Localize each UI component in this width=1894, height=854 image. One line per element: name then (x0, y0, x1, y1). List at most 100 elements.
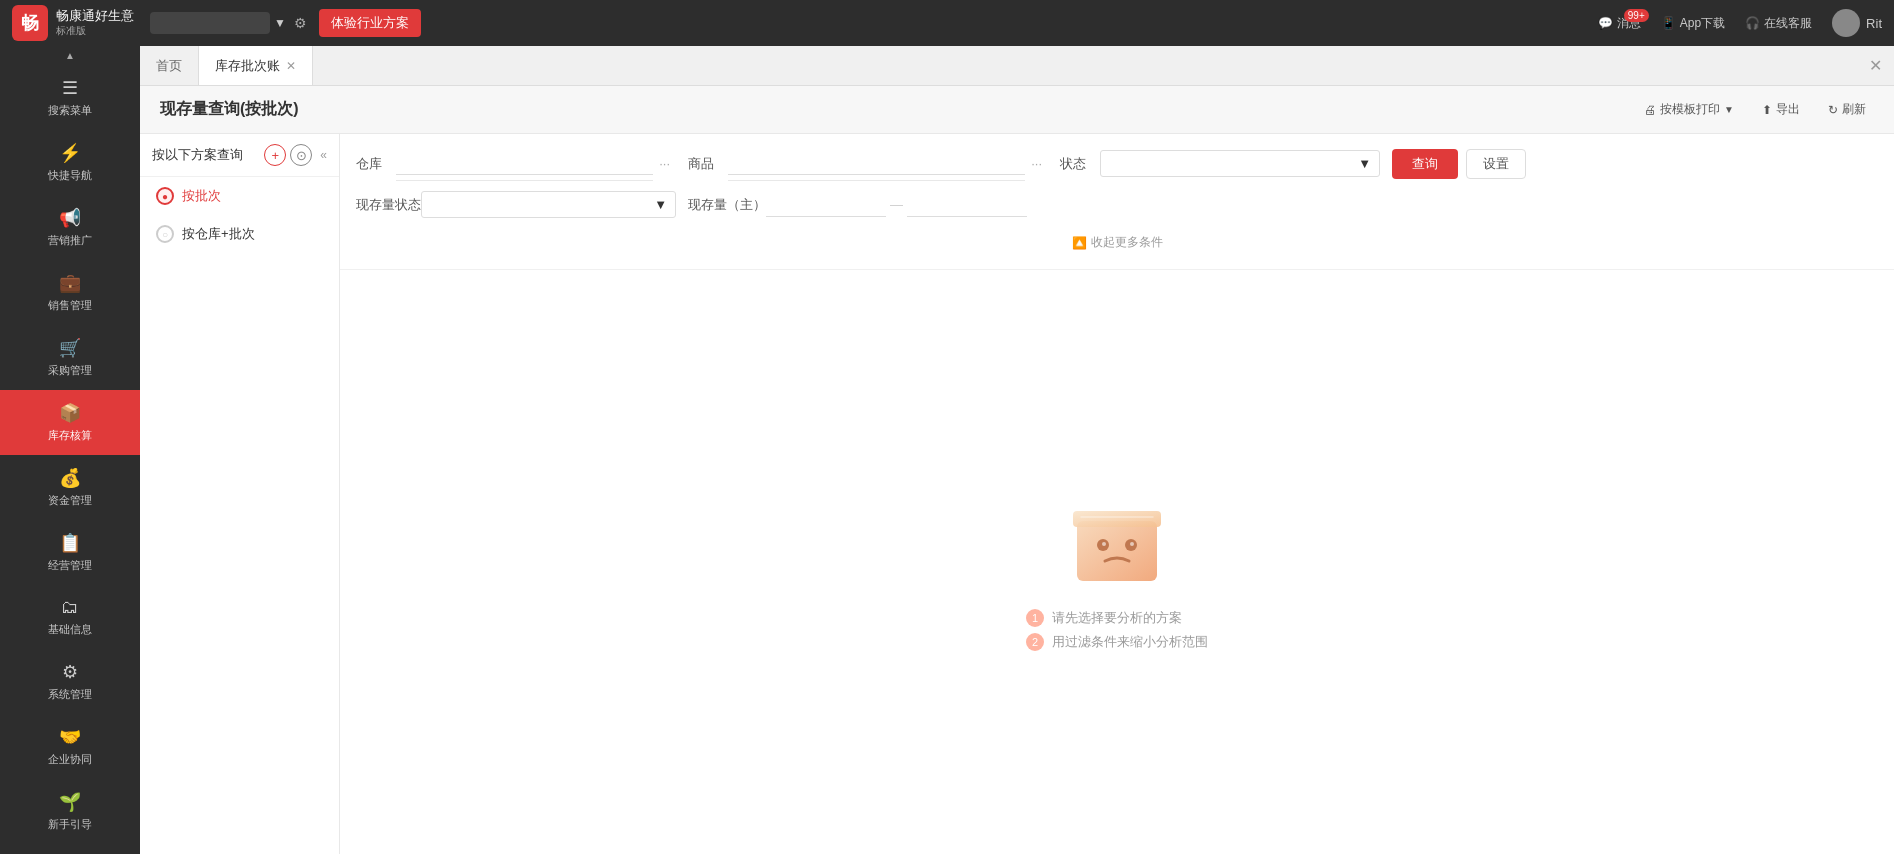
box-icon: 📦 (59, 402, 81, 424)
sidebar-label-purchase: 采购管理 (48, 363, 92, 378)
status-filter-group: 状态 ▼ (1060, 150, 1380, 177)
page-body: 按以下方案查询 + ⊙ « ● 按批次 ○ 按仓库+批次 (140, 134, 1894, 854)
sidebar-label-marketing: 营销推广 (48, 233, 92, 248)
printer-icon: 🖨 (1644, 103, 1656, 117)
messages-button[interactable]: 💬 消息 99+ (1598, 15, 1641, 32)
product-label: 商品 (688, 155, 728, 173)
sidebar-scroll-up[interactable]: ▲ (0, 46, 140, 65)
tab-close-button[interactable]: ✕ (286, 60, 296, 72)
sidebar-label-search: 搜索菜单 (48, 103, 92, 118)
scheme-by-warehouse-batch-item[interactable]: ○ 按仓库+批次 (140, 215, 339, 253)
app-download-button[interactable]: 📱 App下载 (1661, 15, 1725, 32)
sidebar-item-quicknav[interactable]: ⚡ 快捷导航 (0, 130, 140, 195)
refresh-label: 刷新 (1842, 101, 1866, 118)
user-menu[interactable]: Rit (1832, 9, 1882, 37)
hint-num-1: 1 (1026, 609, 1044, 627)
briefcase-icon: 💼 (59, 272, 81, 294)
topbar-gear-icon[interactable]: ⚙ (294, 15, 307, 31)
handshake-icon: 🤝 (59, 726, 81, 748)
settings-button[interactable]: 设置 (1466, 149, 1526, 179)
inventory-qty-max-input[interactable] (907, 193, 1027, 217)
app-download-icon: 📱 (1661, 16, 1676, 30)
refresh-button[interactable]: ↻ 刷新 (1820, 97, 1874, 122)
sidebar-item-search[interactable]: ☰ 搜索菜单 (0, 65, 140, 130)
warehouse-more-button[interactable]: ··· (653, 152, 676, 175)
topbar: 畅 畅康通好生意 标准版 ▼ ⚙ 体验行业方案 💬 消息 99+ 📱 App下载… (0, 0, 1894, 46)
cart-icon: 🛒 (59, 337, 81, 359)
folder-icon: 🗂 (61, 597, 79, 618)
sidebar-item-finance[interactable]: 💰 资金管理 (0, 455, 140, 520)
scheme-by-batch-item[interactable]: ● 按批次 (140, 177, 339, 215)
inventory-qty-group: 现存量（主） — (688, 193, 1048, 217)
filter-row-2: 现存量状态 ▼ 现存量（主） — (356, 191, 1878, 218)
brand-name: 畅康通好生意 (56, 8, 134, 24)
topbar-search-area: ▼ ⚙ (150, 12, 307, 34)
product-filter-group: 商品 ··· (688, 146, 1048, 181)
scheme-settings-button[interactable]: ⊙ (290, 144, 312, 166)
sidebar: ▲ ☰ 搜索菜单 ⚡ 快捷导航 📢 营销推广 💼 销售管理 🛒 采购管理 📦 库… (0, 46, 140, 854)
app-brand: 畅康通好生意 标准版 (56, 8, 134, 38)
empty-state-illustration (1057, 473, 1177, 593)
status-dropdown[interactable]: ▼ (1100, 150, 1380, 177)
sidebar-label-basic: 基础信息 (48, 622, 92, 637)
user-name: Rit (1866, 16, 1882, 31)
product-more-button[interactable]: ··· (1025, 152, 1048, 175)
headset-icon: 🎧 (1745, 16, 1760, 30)
app-download-label: App下载 (1680, 15, 1725, 32)
hint-num-2: 2 (1026, 633, 1044, 651)
refresh-icon: ↻ (1828, 103, 1838, 117)
inventory-qty-separator: — (886, 197, 907, 212)
page-header: 现存量查询(按批次) 🖨 按模板打印 ▼ ⬆ 导出 ↻ 刷新 (140, 86, 1894, 134)
warehouse-label: 仓库 (356, 155, 396, 173)
sidebar-item-appstore[interactable]: 📱 应用中心 (0, 844, 140, 854)
empty-hint: 1 请先选择要分析的方案 2 用过滤条件来缩小分析范围 (1026, 609, 1208, 651)
online-service-button[interactable]: 🎧 在线客服 (1745, 15, 1812, 32)
product-input[interactable] (728, 151, 1025, 175)
print-template-label: 按模板打印 (1660, 101, 1720, 118)
sidebar-item-inventory[interactable]: 📦 库存核算 (0, 390, 140, 455)
export-icon: ⬆ (1762, 103, 1772, 117)
warehouse-input[interactable] (396, 151, 653, 175)
app-logo: 畅 (12, 5, 48, 41)
messages-badge: 99+ (1624, 9, 1649, 22)
inventory-status-dropdown-icon: ▼ (654, 197, 667, 212)
scheme-by-warehouse-batch-label: 按仓库+批次 (182, 225, 255, 243)
sidebar-label-inventory: 库存核算 (48, 428, 92, 443)
money-icon: 💰 (59, 467, 81, 489)
sidebar-label-finance: 资金管理 (48, 493, 92, 508)
inventory-status-group: 现存量状态 ▼ (356, 191, 676, 218)
collapse-filter-button[interactable]: 🔼 收起更多条件 (356, 228, 1878, 257)
inventory-qty-min-input[interactable] (766, 193, 886, 217)
topbar-search-input[interactable] (150, 12, 270, 34)
sidebar-item-purchase[interactable]: 🛒 采购管理 (0, 325, 140, 390)
topbar-dropdown-button[interactable]: ▼ (274, 16, 286, 30)
svg-point-5 (1130, 542, 1134, 546)
sidebar-item-enterprise[interactable]: 🤝 企业协同 (0, 714, 140, 779)
sidebar-item-system[interactable]: ⚙ 系统管理 (0, 649, 140, 714)
message-icon: 💬 (1598, 16, 1613, 30)
tab-home[interactable]: 首页 (140, 46, 199, 85)
page-title: 现存量查询(按批次) (160, 99, 299, 120)
sidebar-item-operation[interactable]: 📋 经营管理 (0, 520, 140, 585)
experience-industry-button[interactable]: 体验行业方案 (319, 9, 421, 37)
query-button[interactable]: 查询 (1392, 149, 1458, 179)
empty-hint-1: 1 请先选择要分析的方案 (1026, 609, 1208, 627)
product-input-container (728, 146, 1025, 181)
add-scheme-button[interactable]: + (264, 144, 286, 166)
sidebar-item-basic[interactable]: 🗂 基础信息 (0, 585, 140, 649)
inventory-status-dropdown[interactable]: ▼ (421, 191, 676, 218)
export-button[interactable]: ⬆ 导出 (1754, 97, 1808, 122)
sidebar-item-marketing[interactable]: 📢 营销推广 (0, 195, 140, 260)
empty-state-visual (1057, 473, 1177, 593)
filter-row-1: 仓库 ··· 商品 ··· (356, 146, 1878, 181)
content-area: 首页 库存批次账 ✕ ✕ 现存量查询(按批次) 🖨 按模板打印 ▼ ⬆ 导出 (140, 46, 1894, 854)
print-template-button[interactable]: 🖨 按模板打印 ▼ (1636, 97, 1742, 122)
tab-close-right-button[interactable]: ✕ (1857, 56, 1894, 75)
left-panel-header: 按以下方案查询 + ⊙ « (140, 134, 339, 177)
svg-rect-1 (1073, 511, 1161, 527)
collapse-panel-button[interactable]: « (320, 148, 327, 162)
sidebar-item-sales[interactable]: 💼 销售管理 (0, 260, 140, 325)
sidebar-item-guide[interactable]: 🌱 新手引导 (0, 779, 140, 844)
scheme-by-warehouse-batch-icon: ○ (156, 225, 174, 243)
tab-inventory-batch[interactable]: 库存批次账 ✕ (199, 46, 313, 85)
